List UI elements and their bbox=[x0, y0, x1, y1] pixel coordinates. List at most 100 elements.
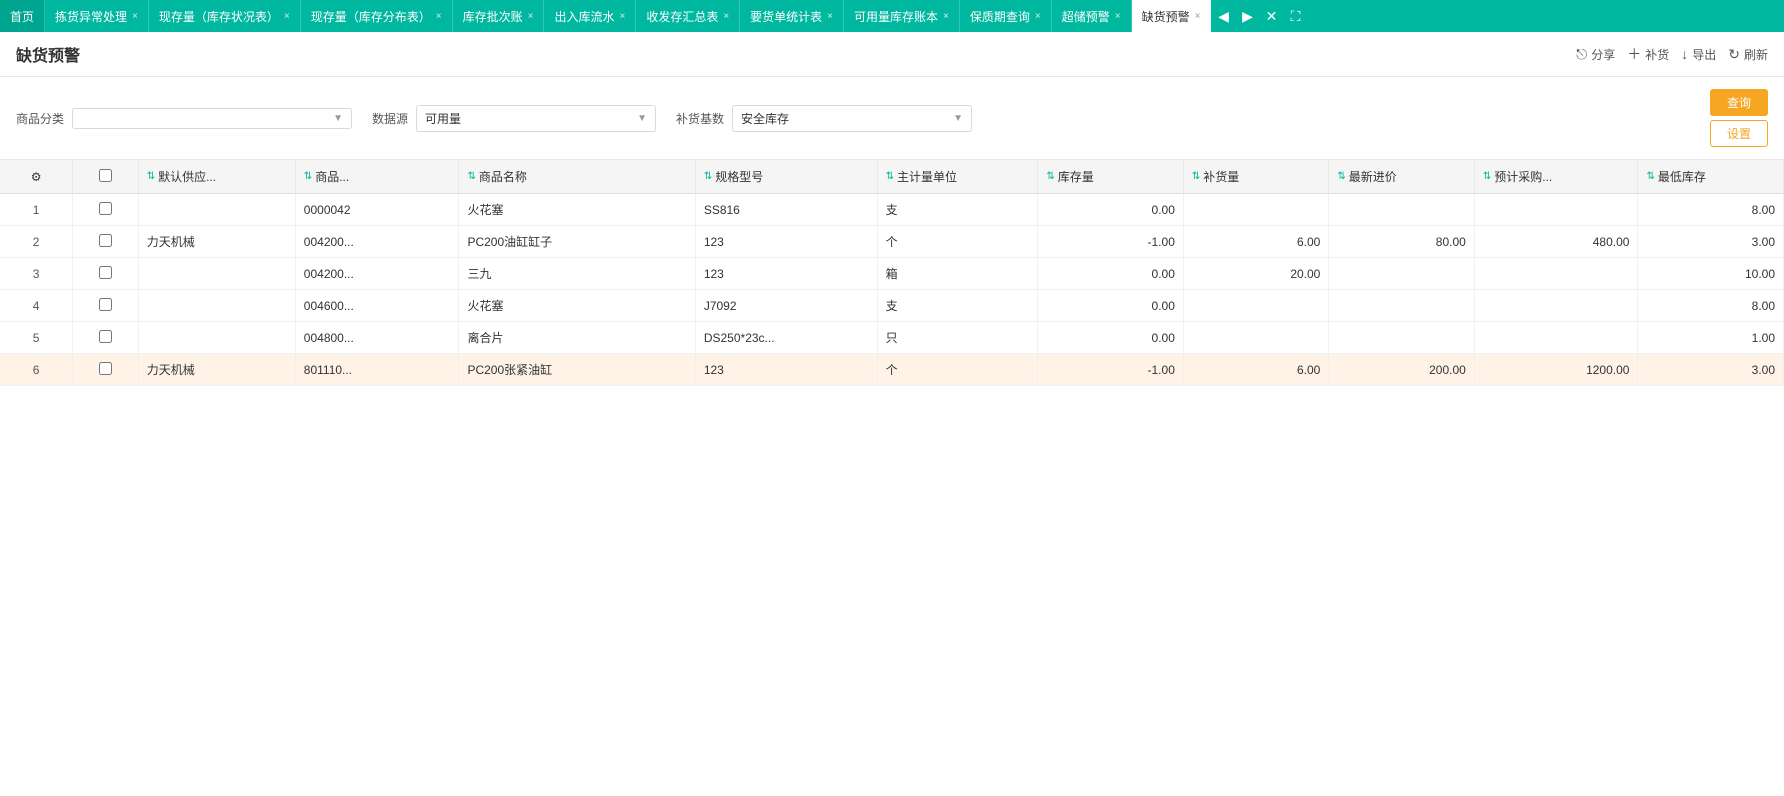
tab-shortage-close[interactable]: × bbox=[1195, 11, 1201, 22]
row-check-1[interactable] bbox=[73, 226, 138, 258]
filter-actions: 查询 设置 bbox=[1710, 89, 1768, 147]
row-checkbox-1[interactable] bbox=[99, 234, 112, 247]
tab-shortage[interactable]: 缺货预警 × bbox=[1132, 0, 1212, 32]
select-all-checkbox[interactable] bbox=[99, 169, 112, 182]
row-min-stock-2: 10.00 bbox=[1638, 258, 1784, 290]
tab-overstock[interactable]: 超储预警 × bbox=[1052, 0, 1132, 32]
tab-close-all-btn[interactable]: ✕ bbox=[1259, 0, 1283, 32]
row-spec-4: DS250*23c... bbox=[695, 322, 877, 354]
row-checkbox-3[interactable] bbox=[99, 298, 112, 311]
tab-collect-summary-close[interactable]: × bbox=[723, 11, 729, 22]
th-replenish[interactable]: ⇅ 补货量 bbox=[1183, 160, 1328, 194]
tab-exception[interactable]: 拣货异常处理 × bbox=[45, 0, 149, 32]
replenish-button[interactable]: ＋ 补货 bbox=[1627, 44, 1669, 64]
row-replenish-5: 6.00 bbox=[1183, 354, 1328, 386]
row-checkbox-4[interactable] bbox=[99, 330, 112, 343]
tab-batch-close[interactable]: × bbox=[528, 11, 534, 22]
th-code[interactable]: ⇅ 商品... bbox=[295, 160, 459, 194]
category-select[interactable]: ▼ bbox=[72, 108, 352, 129]
datasource-filter-group: 数据源 可用量 ▼ bbox=[372, 105, 656, 132]
tab-collect-summary[interactable]: 收发存汇总表 × bbox=[636, 0, 740, 32]
row-stock-0: 0.00 bbox=[1038, 194, 1183, 226]
tab-inout-flow[interactable]: 出入库流水 × bbox=[544, 0, 636, 32]
tab-available-ledger-close[interactable]: × bbox=[943, 11, 949, 22]
table-row: 2 力天机械 004200... PC200油缸缸子 123 个 -1.00 6… bbox=[0, 226, 1784, 258]
row-supplier-2 bbox=[138, 258, 295, 290]
query-button[interactable]: 查询 bbox=[1710, 89, 1768, 116]
th-supplier[interactable]: ⇅ 默认供应... bbox=[138, 160, 295, 194]
row-code-3: 004600... bbox=[295, 290, 459, 322]
th-latest-price-label: 最新进价 bbox=[1349, 168, 1397, 185]
th-replenish-label: 补货量 bbox=[1203, 168, 1239, 185]
row-check-4[interactable] bbox=[73, 322, 138, 354]
refresh-button[interactable]: ↻ 刷新 bbox=[1728, 46, 1768, 63]
tab-inventory-status-label: 现存量（库存状况表） bbox=[159, 8, 279, 25]
tab-batch[interactable]: 库存批次账 × bbox=[453, 0, 545, 32]
export-button[interactable]: ↓ 导出 bbox=[1681, 46, 1716, 63]
th-estimated-purchase[interactable]: ⇅ 预计采购... bbox=[1474, 160, 1638, 194]
row-checkbox-0[interactable] bbox=[99, 202, 112, 215]
th-name[interactable]: ⇅ 商品名称 bbox=[459, 160, 695, 194]
tab-exception-label: 拣货异常处理 bbox=[55, 8, 127, 25]
row-estimated-purchase-2 bbox=[1474, 258, 1638, 290]
row-check-2[interactable] bbox=[73, 258, 138, 290]
row-unit-1: 个 bbox=[877, 226, 1038, 258]
page-title: 缺货预警 bbox=[16, 42, 80, 66]
row-latest-price-2 bbox=[1329, 258, 1474, 290]
row-check-3[interactable] bbox=[73, 290, 138, 322]
row-name-2: 三九 bbox=[459, 258, 695, 290]
row-min-stock-4: 1.00 bbox=[1638, 322, 1784, 354]
row-checkbox-2[interactable] bbox=[99, 266, 112, 279]
row-num-0: 1 bbox=[0, 194, 73, 226]
th-supplier-sort-icon: ⇅ bbox=[147, 171, 155, 182]
share-button[interactable]: ⎋ 分享 bbox=[1576, 46, 1615, 63]
tab-home[interactable]: 首页 bbox=[0, 0, 45, 32]
tab-inventory-status[interactable]: 现存量（库存状况表） × bbox=[149, 0, 301, 32]
table-row: 1 0000042 火花塞 SS816 支 0.00 8.00 bbox=[0, 194, 1784, 226]
export-label: 导出 bbox=[1692, 46, 1716, 63]
tab-inventory-status-close[interactable]: × bbox=[284, 11, 290, 22]
tab-expiry-query-label: 保质期查询 bbox=[970, 8, 1030, 25]
tab-overstock-close[interactable]: × bbox=[1115, 11, 1121, 22]
tab-expiry-query[interactable]: 保质期查询 × bbox=[960, 0, 1052, 32]
tab-available-ledger[interactable]: 可用量库存账本 × bbox=[844, 0, 960, 32]
tab-fullscreen-btn[interactable]: ⛶ bbox=[1283, 0, 1307, 32]
row-estimated-purchase-1: 480.00 bbox=[1474, 226, 1638, 258]
tab-demand-stat-close[interactable]: × bbox=[827, 11, 833, 22]
tab-prev-btn[interactable]: ◀ bbox=[1211, 0, 1235, 32]
datasource-select-arrow: ▼ bbox=[637, 113, 647, 124]
tab-exception-close[interactable]: × bbox=[132, 11, 138, 22]
tab-expiry-query-close[interactable]: × bbox=[1035, 11, 1041, 22]
row-num-3: 4 bbox=[0, 290, 73, 322]
th-min-stock[interactable]: ⇅ 最低库存 bbox=[1638, 160, 1784, 194]
row-supplier-1: 力天机械 bbox=[138, 226, 295, 258]
row-estimated-purchase-0 bbox=[1474, 194, 1638, 226]
row-spec-5: 123 bbox=[695, 354, 877, 386]
row-check-5[interactable] bbox=[73, 354, 138, 386]
tab-inout-flow-close[interactable]: × bbox=[619, 11, 625, 22]
tab-demand-stat[interactable]: 要货单统计表 × bbox=[740, 0, 844, 32]
th-unit[interactable]: ⇅ 主计量单位 bbox=[877, 160, 1038, 194]
row-spec-1: 123 bbox=[695, 226, 877, 258]
tab-next-btn[interactable]: ▶ bbox=[1235, 0, 1259, 32]
tab-batch-label: 库存批次账 bbox=[463, 8, 523, 25]
th-latest-price[interactable]: ⇅ 最新进价 bbox=[1329, 160, 1474, 194]
tab-inventory-dist-close[interactable]: × bbox=[436, 11, 442, 22]
row-check-0[interactable] bbox=[73, 194, 138, 226]
row-min-stock-0: 8.00 bbox=[1638, 194, 1784, 226]
th-check[interactable] bbox=[73, 160, 138, 194]
replenish-base-select[interactable]: 安全库存 ▼ bbox=[732, 105, 972, 132]
th-stock[interactable]: ⇅ 库存量 bbox=[1038, 160, 1183, 194]
th-stock-sort-icon: ⇅ bbox=[1046, 171, 1054, 182]
datasource-select[interactable]: 可用量 ▼ bbox=[416, 105, 656, 132]
th-supplier-label: 默认供应... bbox=[158, 168, 216, 185]
table-row: 6 力天机械 801110... PC200张紧油缸 123 个 -1.00 6… bbox=[0, 354, 1784, 386]
row-checkbox-5[interactable] bbox=[99, 362, 112, 375]
th-spec[interactable]: ⇅ 规格型号 bbox=[695, 160, 877, 194]
settings-button[interactable]: 设置 bbox=[1710, 120, 1768, 147]
tab-inventory-dist[interactable]: 现存量（库存分布表） × bbox=[301, 0, 453, 32]
row-min-stock-3: 8.00 bbox=[1638, 290, 1784, 322]
row-spec-0: SS816 bbox=[695, 194, 877, 226]
row-unit-3: 支 bbox=[877, 290, 1038, 322]
th-gear[interactable]: ⚙ bbox=[0, 160, 73, 194]
